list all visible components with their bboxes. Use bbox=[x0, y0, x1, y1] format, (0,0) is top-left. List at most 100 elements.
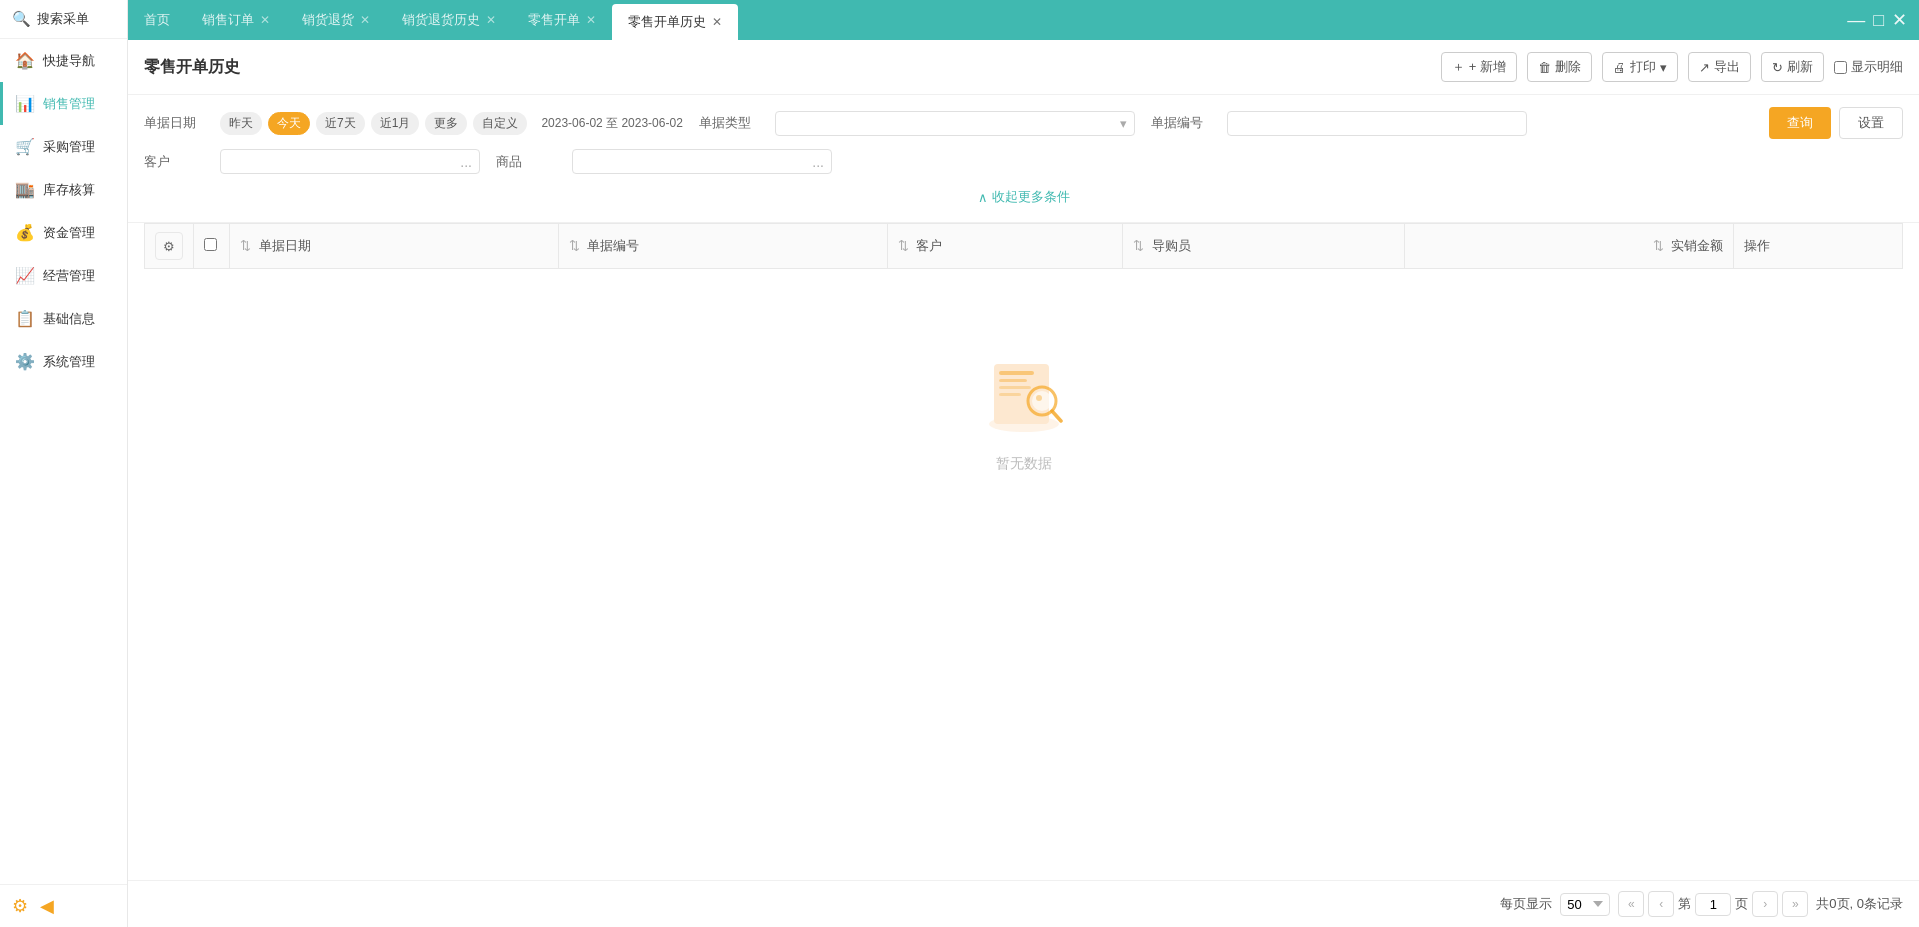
window-controls: — □ ✕ bbox=[1847, 9, 1919, 31]
date-filter-label: 单据日期 bbox=[144, 114, 204, 132]
collapse-button[interactable]: ∧ 收起更多条件 bbox=[974, 184, 1074, 210]
sidebar-item-label: 经营管理 bbox=[43, 267, 95, 285]
page-title: 零售开单历史 bbox=[144, 57, 240, 78]
type-select[interactable] bbox=[775, 111, 1135, 136]
empty-row: 暂无数据 bbox=[145, 269, 1903, 554]
sidebar: 🔍 搜索采单 🏠 快捷导航 📊 销售管理 🛒 采购管理 🏬 库存核算 💰 资金管… bbox=[0, 0, 128, 927]
page-number-input[interactable] bbox=[1695, 893, 1731, 916]
sort-number-icon[interactable]: ⇅ bbox=[569, 238, 580, 253]
tab-sales-return-history[interactable]: 销货退货历史 ✕ bbox=[386, 0, 512, 40]
per-page-select[interactable]: 10 20 50 100 bbox=[1560, 893, 1610, 916]
sort-amount-icon[interactable]: ⇅ bbox=[1653, 238, 1664, 253]
sort-guide-icon[interactable]: ⇅ bbox=[1133, 238, 1144, 253]
empty-cell: 暂无数据 bbox=[145, 269, 1903, 554]
date-btn-yesterday[interactable]: 昨天 bbox=[220, 112, 262, 135]
minimize-button[interactable]: — bbox=[1847, 10, 1865, 31]
print-arrow-icon: ▾ bbox=[1660, 60, 1667, 75]
page-header: 零售开单历史 ＋ + 新增 🗑 删除 🖨 打印 ▾ ↗ 导出 bbox=[128, 40, 1919, 95]
col-guide-label: 导购员 bbox=[1152, 238, 1191, 253]
tab-sales-return[interactable]: 销货退货 ✕ bbox=[286, 0, 386, 40]
date-btn-today[interactable]: 今天 bbox=[268, 112, 310, 135]
tab-sales-order-close[interactable]: ✕ bbox=[260, 13, 270, 27]
number-filter-label: 单据编号 bbox=[1151, 114, 1211, 132]
add-button[interactable]: ＋ + 新增 bbox=[1441, 52, 1517, 82]
table-header-row: ⚙ ⇅ 单据日期 ⇅ 单据编号 bbox=[145, 224, 1903, 269]
sidebar-item-system-mgmt[interactable]: ⚙️ 系统管理 bbox=[0, 340, 127, 383]
sidebar-item-purchase-mgmt[interactable]: 🛒 采购管理 bbox=[0, 125, 127, 168]
collapse-row: ∧ 收起更多条件 bbox=[144, 184, 1903, 210]
show-detail-input[interactable] bbox=[1834, 61, 1847, 74]
show-detail-checkbox[interactable]: 显示明细 bbox=[1834, 58, 1903, 76]
sort-customer-icon[interactable]: ⇅ bbox=[898, 238, 909, 253]
svg-rect-5 bbox=[999, 393, 1021, 396]
tab-retail-history-close[interactable]: ✕ bbox=[712, 15, 722, 29]
last-page-button[interactable]: » bbox=[1782, 891, 1808, 917]
refresh-button[interactable]: ↻ 刷新 bbox=[1761, 52, 1824, 82]
tab-retail-history[interactable]: 零售开单历史 ✕ bbox=[612, 4, 738, 40]
date-btn-7days[interactable]: 近7天 bbox=[316, 112, 365, 135]
total-info: 共0页, 0条记录 bbox=[1816, 895, 1903, 913]
sidebar-item-sales-mgmt[interactable]: 📊 销售管理 bbox=[0, 82, 127, 125]
tab-sales-order-label: 销售订单 bbox=[202, 11, 254, 29]
warehouse-icon: 🏬 bbox=[15, 180, 35, 199]
next-page-button[interactable]: › bbox=[1752, 891, 1778, 917]
date-options: 昨天 今天 近7天 近1月 更多 自定义 2023-06-02 至 2023-0… bbox=[220, 112, 683, 135]
goods-input-wrap: ... bbox=[572, 149, 832, 174]
sidebar-item-inventory[interactable]: 🏬 库存核算 bbox=[0, 168, 127, 211]
tab-sales-return-history-close[interactable]: ✕ bbox=[486, 13, 496, 27]
first-page-button[interactable]: « bbox=[1618, 891, 1644, 917]
customer-input[interactable] bbox=[220, 149, 480, 174]
sidebar-search-button[interactable]: 🔍 搜索采单 bbox=[0, 0, 127, 39]
select-all-checkbox[interactable] bbox=[204, 238, 217, 251]
sort-date-icon[interactable]: ⇅ bbox=[240, 238, 251, 253]
table-header-checkbox bbox=[194, 224, 230, 269]
query-button[interactable]: 查询 bbox=[1769, 107, 1831, 139]
settings-button[interactable]: 设置 bbox=[1839, 107, 1903, 139]
svg-line-8 bbox=[1052, 411, 1061, 421]
number-input[interactable] bbox=[1227, 111, 1527, 136]
customer-filter-label: 客户 bbox=[144, 153, 204, 171]
main-area: 首页 销售订单 ✕ 销货退货 ✕ 销货退货历史 ✕ 零售开单 ✕ 零售开单历史 … bbox=[128, 0, 1919, 927]
tab-sales-return-label: 销货退货 bbox=[302, 11, 354, 29]
tab-retail-open-label: 零售开单 bbox=[528, 11, 580, 29]
sidebar-item-label: 资金管理 bbox=[43, 224, 95, 242]
sidebar-item-finance[interactable]: 💰 资金管理 bbox=[0, 211, 127, 254]
data-table: ⚙ ⇅ 单据日期 ⇅ 单据编号 bbox=[144, 223, 1903, 553]
delete-button[interactable]: 🗑 删除 bbox=[1527, 52, 1592, 82]
tab-home-label: 首页 bbox=[144, 11, 170, 29]
settings-icon[interactable]: ⚙ bbox=[12, 895, 28, 917]
sidebar-item-operations[interactable]: 📈 经营管理 bbox=[0, 254, 127, 297]
goods-input[interactable] bbox=[572, 149, 832, 174]
table-col-actions: 操作 bbox=[1734, 224, 1903, 269]
tab-retail-open[interactable]: 零售开单 ✕ bbox=[512, 0, 612, 40]
close-window-button[interactable]: ✕ bbox=[1892, 9, 1907, 31]
sidebar-item-label: 系统管理 bbox=[43, 353, 95, 371]
print-button[interactable]: 🖨 打印 ▾ bbox=[1602, 52, 1678, 82]
tab-sales-return-close[interactable]: ✕ bbox=[360, 13, 370, 27]
date-btn-1month[interactable]: 近1月 bbox=[371, 112, 420, 135]
tab-sales-return-history-label: 销货退货历史 bbox=[402, 11, 480, 29]
date-btn-more[interactable]: 更多 bbox=[425, 112, 467, 135]
column-settings-button[interactable]: ⚙ bbox=[155, 232, 183, 260]
sidebar-item-quick-nav[interactable]: 🏠 快捷导航 bbox=[0, 39, 127, 82]
page-label: 第 bbox=[1678, 895, 1691, 913]
date-btn-custom[interactable]: 自定义 bbox=[473, 112, 527, 135]
empty-area: 暂无数据 bbox=[145, 269, 1903, 553]
type-select-wrap: ▾ bbox=[775, 111, 1135, 136]
tab-home[interactable]: 首页 bbox=[128, 0, 186, 40]
home-icon: 🏠 bbox=[15, 51, 35, 70]
tab-retail-open-close[interactable]: ✕ bbox=[586, 13, 596, 27]
page-total-label: 页 bbox=[1735, 895, 1748, 913]
money-icon: 💰 bbox=[15, 223, 35, 242]
goods-filter-label: 商品 bbox=[496, 153, 556, 171]
table-section: ⚙ ⇅ 单据日期 ⇅ 单据编号 bbox=[128, 223, 1919, 880]
prev-page-button[interactable]: ‹ bbox=[1648, 891, 1674, 917]
sidebar-item-basic-info[interactable]: 📋 基础信息 bbox=[0, 297, 127, 340]
col-actions-label: 操作 bbox=[1744, 238, 1770, 253]
tab-sales-order[interactable]: 销售订单 ✕ bbox=[186, 0, 286, 40]
refresh-label: 刷新 bbox=[1787, 58, 1813, 76]
maximize-button[interactable]: □ bbox=[1873, 10, 1884, 31]
collapse-sidebar-icon[interactable]: ◀ bbox=[40, 895, 54, 917]
export-button[interactable]: ↗ 导出 bbox=[1688, 52, 1751, 82]
show-detail-label: 显示明细 bbox=[1851, 58, 1903, 76]
